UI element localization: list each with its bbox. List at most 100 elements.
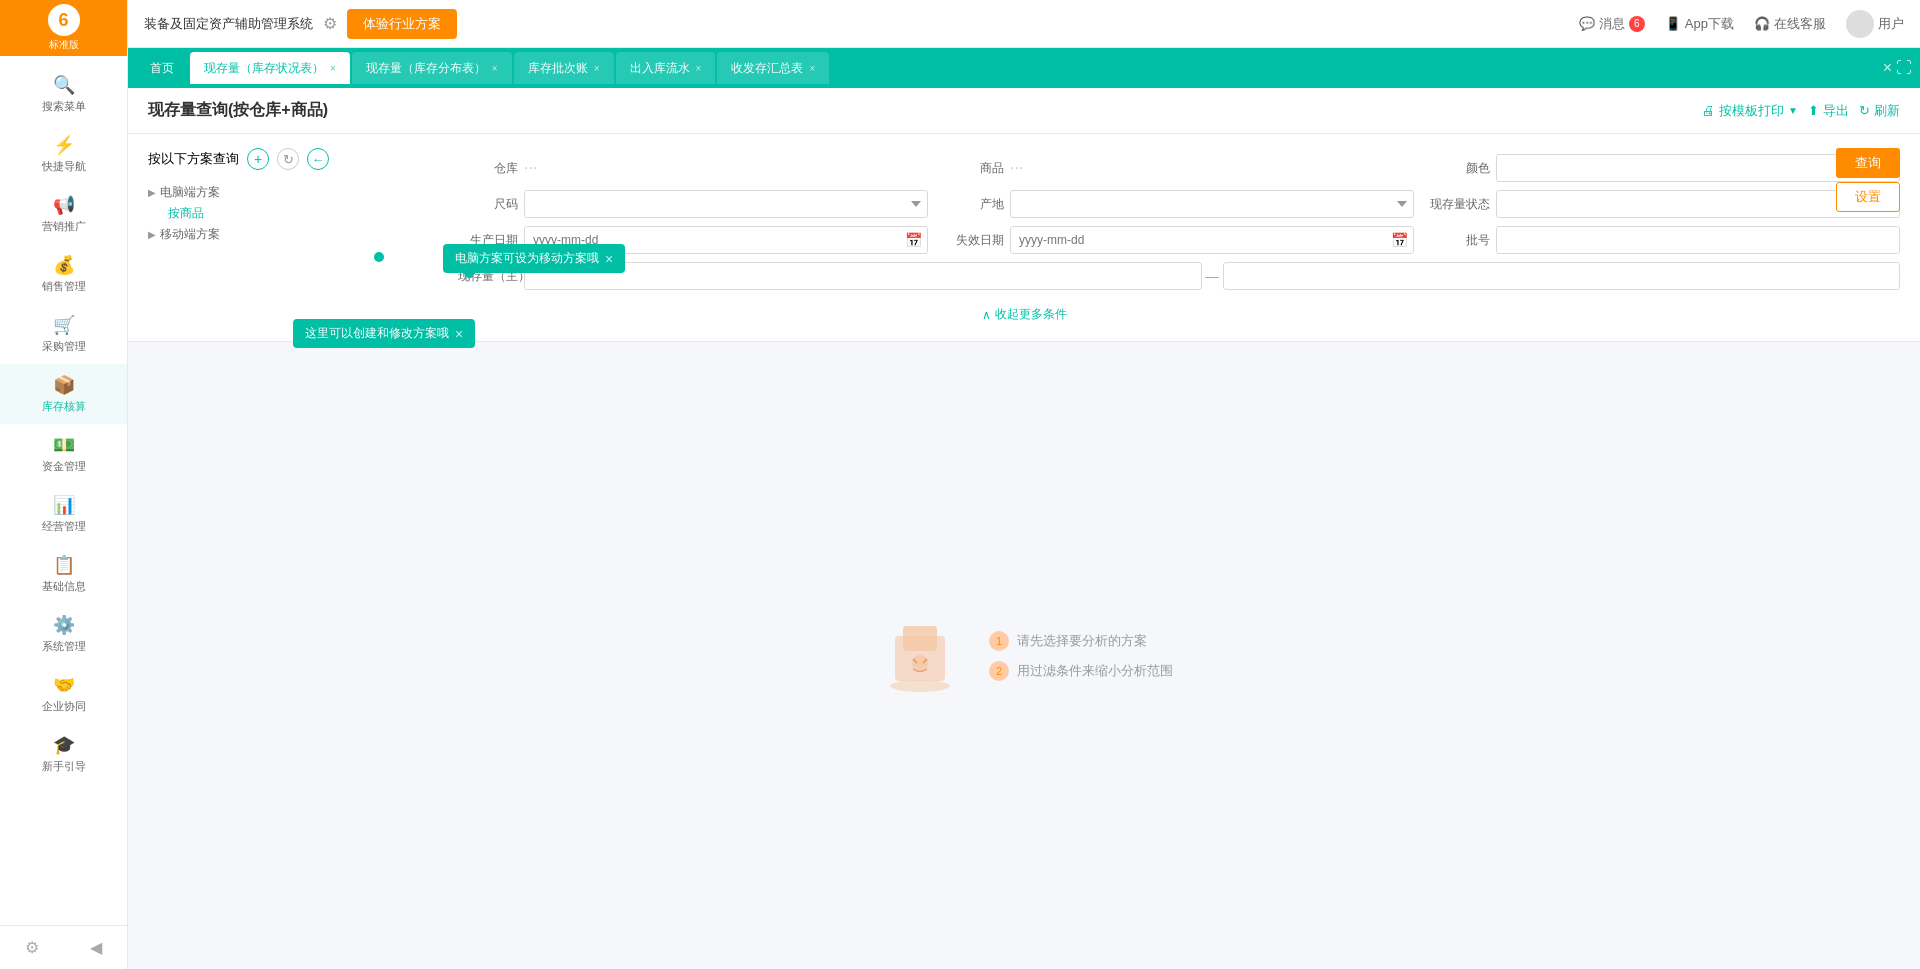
collapse-sidebar-btn[interactable]: ◀ <box>90 938 102 957</box>
sidebar-item-label: 经营管理 <box>42 519 86 534</box>
tooltip1-close-btn[interactable]: × <box>605 251 613 267</box>
print-btn[interactable]: 🖨 按模板打印 ▼ <box>1702 102 1798 120</box>
sidebar: 6 标准版 🔍 搜索菜单 ⚡ 快捷导航 📢 营销推广 💰 销售管理 🛒 采购管理… <box>0 0 128 969</box>
sidebar-item-label: 企业协同 <box>42 699 86 714</box>
scheme-sub-label: 按商品 <box>168 205 204 222</box>
size-label: 尺码 <box>458 196 518 213</box>
tip-num-1: 1 <box>989 631 1009 651</box>
stock-main-to[interactable] <box>1223 262 1901 290</box>
content-area: 现存量查询(按仓库+商品) 🖨 按模板打印 ▼ ⬆ 导出 ↻ 刷新 <box>128 88 1920 969</box>
tabs-end: × ⛶ <box>1883 59 1912 77</box>
batch-label: 批号 <box>1430 232 1490 249</box>
tab-summary-close[interactable]: × <box>809 63 815 74</box>
svg-point-3 <box>912 655 928 671</box>
sidebar-item-enterprise[interactable]: 🤝 企业协同 <box>0 664 127 724</box>
collapse-icon: ∧ <box>982 308 991 322</box>
sidebar-item-quicknav[interactable]: ⚡ 快捷导航 <box>0 124 127 184</box>
guide-icon: 🎓 <box>53 734 75 756</box>
tab-home-label: 首页 <box>150 60 174 77</box>
sidebar-item-management[interactable]: 📊 经营管理 <box>0 484 127 544</box>
scheme-desktop-label: 电脑端方案 <box>160 184 220 201</box>
topbar-left: 装备及固定资产辅助管理系统 ⚙ 体验行业方案 <box>144 9 457 39</box>
query-btn[interactable]: 查询 <box>1836 148 1900 178</box>
tip-text-1: 请先选择要分析的方案 <box>1017 632 1147 650</box>
print-dropdown-icon: ▼ <box>1788 105 1798 116</box>
tab-inout-flow-close[interactable]: × <box>696 63 702 74</box>
sidebar-item-label: 搜索菜单 <box>42 99 86 114</box>
warehouse-dots[interactable]: ··· <box>524 159 537 177</box>
empty-tip-1: 1 请先选择要分析的方案 <box>989 631 1173 651</box>
sidebar-item-sales[interactable]: 💰 销售管理 <box>0 244 127 304</box>
print-label: 按模板打印 <box>1719 102 1784 120</box>
setting-btn[interactable]: 设置 <box>1836 182 1900 212</box>
solution-btn[interactable]: 体验行业方案 <box>347 9 457 39</box>
topbar-settings-icon[interactable]: ⚙ <box>323 14 337 33</box>
empty-state: 1 请先选择要分析的方案 2 用过滤条件来缩小分析范围 <box>128 342 1920 969</box>
settings-bottom-btn[interactable]: ⚙ <box>25 938 39 957</box>
color-label: 颜色 <box>1430 160 1490 177</box>
warehouse-label: 仓库 <box>458 160 518 177</box>
close-all-tabs-btn[interactable]: × <box>1883 59 1892 77</box>
refresh-btn[interactable]: ↻ 刷新 <box>1859 102 1900 120</box>
basicinfo-icon: 📋 <box>53 554 75 576</box>
tab-inout-flow-label: 出入库流水 <box>630 60 690 77</box>
logo-subtitle: 标准版 <box>49 38 79 52</box>
tab-batch-account-label: 库存批次账 <box>528 60 588 77</box>
filter-refresh-btn[interactable]: ↻ <box>277 148 299 170</box>
batch-input[interactable] <box>1496 226 1900 254</box>
goods-label: 商品 <box>944 160 1004 177</box>
user-avatar <box>1846 10 1874 38</box>
fullscreen-btn[interactable]: ⛶ <box>1896 59 1912 77</box>
sidebar-item-basicinfo[interactable]: 📋 基础信息 <box>0 544 127 604</box>
color-filter-row: 颜色 <box>1430 154 1900 182</box>
tabs-bar: 首页 现存量（库存状况表） × 现存量（库存分布表） × 库存批次账 × 出入库… <box>128 48 1920 88</box>
tooltip2-close-btn[interactable]: × <box>455 326 463 342</box>
filter-header-label: 按以下方案查询 <box>148 150 239 168</box>
export-btn[interactable]: ⬆ 导出 <box>1808 102 1849 120</box>
sidebar-item-finance[interactable]: 💵 资金管理 <box>0 424 127 484</box>
app-download-btn[interactable]: 📱 App下载 <box>1665 15 1734 33</box>
sidebar-item-inventory[interactable]: 📦 库存核算 <box>0 364 127 424</box>
export-label: 导出 <box>1823 102 1849 120</box>
sidebar-item-marketing[interactable]: 📢 营销推广 <box>0 184 127 244</box>
goods-dots[interactable]: ··· <box>1010 159 1023 177</box>
expiry-date-label: 失效日期 <box>944 232 1004 249</box>
sidebar-item-label: 营销推广 <box>42 219 86 234</box>
tab-summary[interactable]: 收发存汇总表 × <box>717 52 829 84</box>
action-buttons: 查询 设置 <box>1836 148 1900 212</box>
tab-inventory-status[interactable]: 现存量（库存状况表） × <box>190 52 350 84</box>
logo-icon: 6 <box>48 4 80 36</box>
sidebar-nav: 🔍 搜索菜单 ⚡ 快捷导航 📢 营销推广 💰 销售管理 🛒 采购管理 📦 库存核… <box>0 56 127 925</box>
tab-inventory-dist-close[interactable]: × <box>492 63 498 74</box>
user-area[interactable]: 用户 <box>1846 10 1904 38</box>
arrow-icon-mobile: ▶ <box>148 229 156 240</box>
sidebar-item-guide[interactable]: 🎓 新手引导 <box>0 724 127 784</box>
sidebar-item-purchase[interactable]: 🛒 采购管理 <box>0 304 127 364</box>
refresh-icon: ↻ <box>1859 103 1870 118</box>
sidebar-item-system[interactable]: ⚙️ 系统管理 <box>0 604 127 664</box>
stock-main-from[interactable] <box>524 262 1202 290</box>
online-support-btn[interactable]: 🎧 在线客服 <box>1754 15 1826 33</box>
tab-batch-account-close[interactable]: × <box>594 63 600 74</box>
origin-label: 产地 <box>944 196 1004 213</box>
filter-add-btn[interactable]: + <box>247 148 269 170</box>
size-select[interactable] <box>524 190 928 218</box>
tab-inventory-status-close[interactable]: × <box>330 63 336 74</box>
sidebar-item-search[interactable]: 🔍 搜索菜单 <box>0 64 127 124</box>
tip-num-2: 2 <box>989 661 1009 681</box>
expiry-date-input[interactable] <box>1010 226 1414 254</box>
sidebar-item-label: 基础信息 <box>42 579 86 594</box>
filter-back-btn[interactable]: ← <box>307 148 329 170</box>
message-btn[interactable]: 💬 消息 6 <box>1579 15 1645 33</box>
tab-inventory-dist[interactable]: 现存量（库存分布表） × <box>352 52 512 84</box>
goods-filter-row: 商品 ··· <box>944 154 1414 182</box>
tab-home[interactable]: 首页 <box>136 52 188 84</box>
tab-inout-flow[interactable]: 出入库流水 × <box>616 52 716 84</box>
tab-batch-account[interactable]: 库存批次账 × <box>514 52 614 84</box>
system-icon: ⚙️ <box>53 614 75 636</box>
dot-indicator <box>374 252 384 262</box>
sidebar-item-label: 采购管理 <box>42 339 86 354</box>
sidebar-item-label: 销售管理 <box>42 279 86 294</box>
origin-select[interactable] <box>1010 190 1414 218</box>
range-dash: — <box>1206 269 1219 284</box>
